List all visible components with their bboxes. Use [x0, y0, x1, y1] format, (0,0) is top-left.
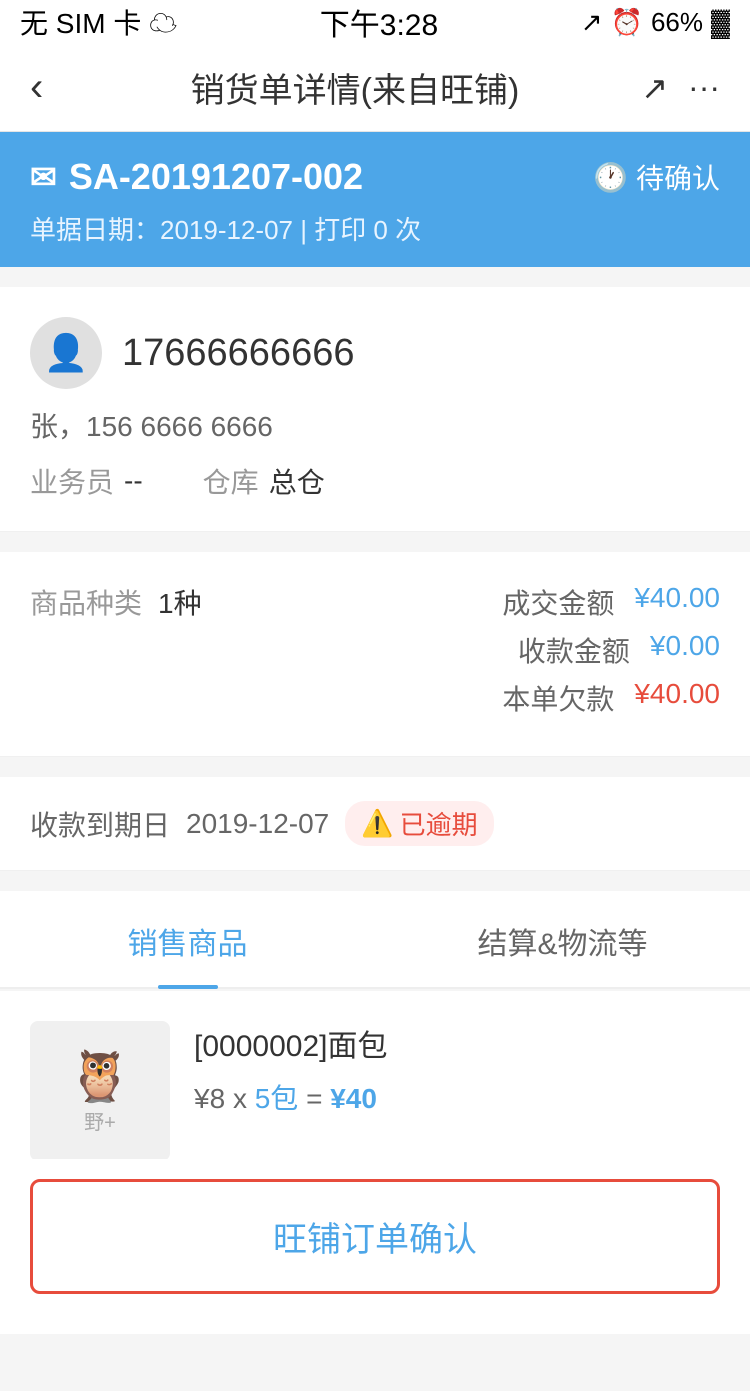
unit-price: ¥8 [194, 1083, 225, 1114]
warning-icon: ⚠️ [361, 808, 393, 839]
tab-settlement-label: 结算&物流等 [477, 928, 647, 961]
avatar-icon: 👤 [44, 332, 89, 374]
equals-sign: = [306, 1083, 322, 1114]
tab-settlement[interactable]: 结算&物流等 [375, 891, 750, 987]
deal-amount-label: 成交金额 [502, 582, 614, 622]
battery-icon: ▓ [711, 7, 730, 38]
salesperson-field: 业务员 -- [30, 461, 143, 501]
owed-amount-value: ¥40.00 [634, 678, 720, 718]
order-icon: ✉ [30, 158, 57, 196]
tabs: 销售商品 结算&物流等 [0, 891, 750, 989]
status-text: 待确认 [636, 157, 720, 197]
customer-meta: 业务员 -- 仓库 总仓 [30, 461, 720, 501]
quantity: 5包 [255, 1083, 299, 1114]
salesperson-label: 业务员 [30, 461, 114, 501]
customer-name: 张，156 6666 6666 [30, 405, 720, 445]
received-amount-value: ¥0.00 [650, 630, 720, 670]
due-date-value: 2019-12-07 [186, 808, 329, 840]
nav-right-actions: ↗ ··· [620, 69, 720, 107]
deal-amount-value: ¥40.00 [634, 582, 720, 622]
battery-label: 66% [651, 7, 703, 38]
no-sim-label: 无 SIM 卡 ☁ [20, 2, 177, 42]
share-button[interactable]: ↗ [641, 69, 668, 107]
due-date-label: 收款到期日 [30, 804, 170, 844]
multiply-sign: x [233, 1083, 247, 1114]
confirm-order-button[interactable]: 旺铺订单确认 [30, 1179, 720, 1294]
received-amount-row: 收款金额 ¥0.00 [502, 630, 720, 670]
page-title: 销货单详情(来自旺铺) [90, 63, 620, 112]
customer-phone: 17666666666 [122, 332, 354, 375]
tab-sales-label: 销售商品 [128, 928, 248, 961]
deal-amount-row: 成交金额 ¥40.00 [502, 582, 720, 622]
back-button[interactable]: ‹ [30, 65, 90, 110]
received-amount-label: 收款金额 [518, 630, 630, 670]
status-right: ↗ ⏰ 66% ▓ [581, 7, 730, 38]
overdue-label: 已逾期 [400, 805, 478, 842]
product-item: 🦉 野+ [0000002]面包 ¥8 x 5包 = ¥40 [30, 1021, 720, 1161]
tab-sales-products[interactable]: 销售商品 [0, 891, 375, 987]
warehouse-label: 仓库 [203, 461, 259, 501]
order-date: 单据日期：2019-12-07 | 打印 0 次 [30, 210, 720, 247]
product-count-value: 1种 [158, 582, 202, 622]
clock-icon: 🕐 [593, 161, 628, 194]
status-bar: 无 SIM 卡 ☁ 下午3:28 ↗ ⏰ 66% ▓ [0, 0, 750, 44]
order-id: ✉ SA-20191207-002 [30, 156, 363, 198]
product-name: [0000002]面包 [194, 1021, 720, 1065]
order-id-text: SA-20191207-002 [69, 156, 363, 198]
nav-bar: ‹ 销货单详情(来自旺铺) ↗ ··· [0, 44, 750, 132]
owed-amount-row: 本单欠款 ¥40.00 [502, 678, 720, 718]
location-icon: ↗ [581, 7, 603, 38]
product-price: ¥8 x 5包 = ¥40 [194, 1077, 720, 1117]
order-banner: ✉ SA-20191207-002 🕐 待确认 单据日期：2019-12-07 … [0, 132, 750, 267]
warehouse-value: 总仓 [269, 461, 325, 501]
status-time: 下午3:28 [320, 0, 438, 44]
product-image: 🦉 野+ [30, 1021, 170, 1161]
total-price: ¥40 [330, 1083, 377, 1114]
product-thumbnail: 🦉 野+ [69, 1047, 131, 1135]
confirm-button-wrap: 旺铺订单确认 [0, 1159, 750, 1334]
salesperson-value: -- [124, 465, 143, 497]
product-info: [0000002]面包 ¥8 x 5包 = ¥40 [194, 1021, 720, 1117]
stats-amounts: 成交金额 ¥40.00 收款金额 ¥0.00 本单欠款 ¥40.00 [502, 582, 720, 726]
more-button[interactable]: ··· [688, 69, 720, 106]
warehouse-field: 仓库 总仓 [203, 461, 325, 501]
stats-section: 商品种类 1种 成交金额 ¥40.00 收款金额 ¥0.00 本单欠款 ¥40.… [0, 552, 750, 757]
customer-section: 👤 17666666666 张，156 6666 6666 业务员 -- 仓库 … [0, 287, 750, 532]
order-status: 🕐 待确认 [593, 157, 720, 197]
alarm-icon: ⏰ [611, 7, 643, 38]
status-left: 无 SIM 卡 ☁ [20, 2, 177, 42]
overdue-badge: ⚠️ 已逾期 [345, 801, 493, 846]
stats-product-kind: 商品种类 1种 [30, 582, 202, 622]
customer-avatar: 👤 [30, 317, 102, 389]
due-date-section: 收款到期日 2019-12-07 ⚠️ 已逾期 [0, 777, 750, 871]
product-kind-label: 商品种类 [30, 582, 142, 622]
owed-amount-label: 本单欠款 [502, 678, 614, 718]
